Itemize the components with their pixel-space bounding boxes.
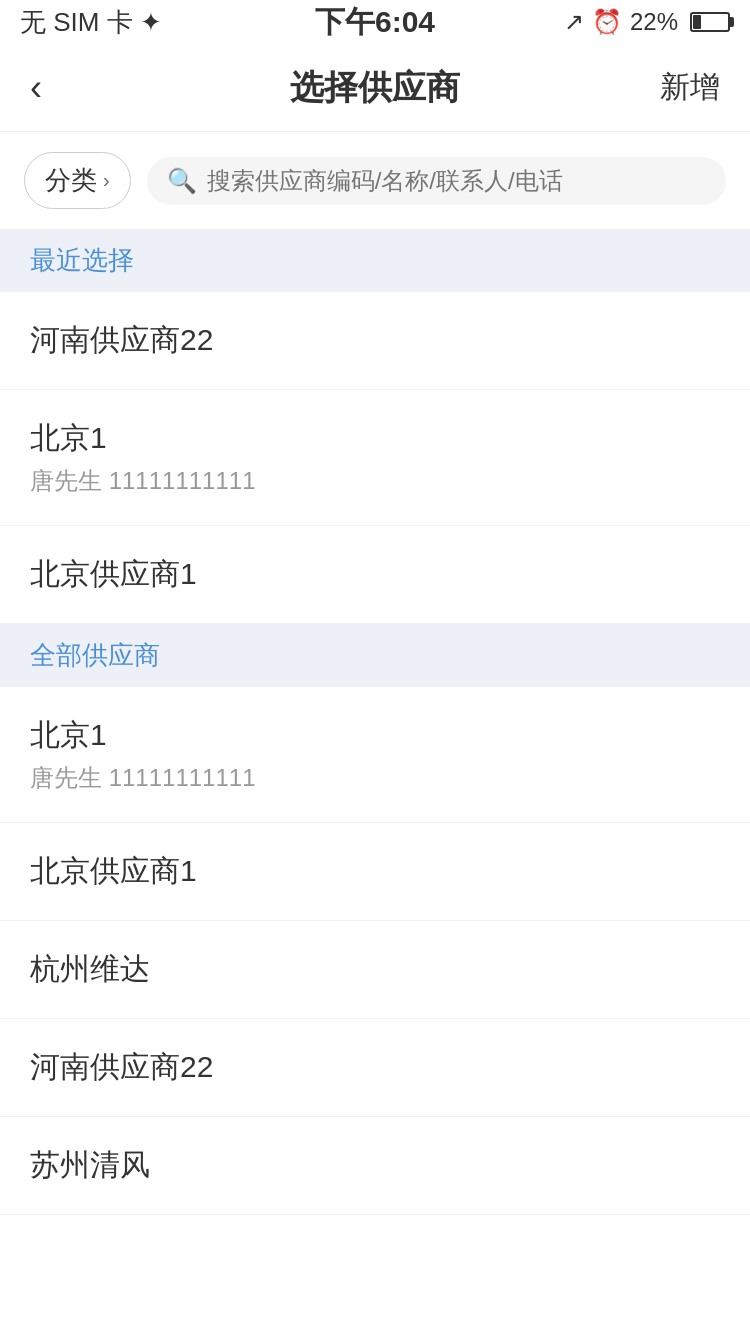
recent-section-label: 最近选择 xyxy=(30,245,134,275)
list-item[interactable]: 北京1 唐先生 11111111111 xyxy=(0,687,750,823)
item-name: 北京1 xyxy=(30,715,720,756)
all-items-list: 北京1 唐先生 11111111111 北京供应商1 杭州维达河南供应商22 苏州清风 xyxy=(0,687,750,1215)
item-name: 河南供应商22 xyxy=(30,1047,720,1088)
list-item[interactable]: 杭州维达 xyxy=(0,921,750,1019)
item-name: 河南供应商22 xyxy=(30,320,720,361)
battery-icon xyxy=(690,12,730,32)
status-time: 下午6:04 xyxy=(315,2,435,43)
add-button[interactable]: 新增 xyxy=(660,67,720,108)
item-name: 杭州维达 xyxy=(30,949,720,990)
status-bar: 无 SIM 卡 ✦ 下午6:04 ↗ ⏰ 22% xyxy=(0,0,750,44)
item-name: 北京供应商1 xyxy=(30,554,720,595)
status-right: ↗ ⏰ 22% xyxy=(564,8,730,36)
filter-bar: 分类 › 🔍 xyxy=(0,132,750,229)
recent-section-header: 最近选择 xyxy=(0,229,750,292)
location-icon: ↗ xyxy=(564,8,584,36)
category-button[interactable]: 分类 › xyxy=(24,152,131,209)
back-button[interactable]: ‹ xyxy=(30,67,90,109)
battery-text: 22% xyxy=(630,8,678,36)
sim-status: 无 SIM 卡 ✦ xyxy=(20,5,162,40)
alarm-icon: ⏰ xyxy=(592,8,622,36)
category-label: 分类 xyxy=(45,163,97,198)
page-title: 选择供应商 xyxy=(290,65,460,111)
nav-bar: ‹ 选择供应商 新增 xyxy=(0,44,750,132)
chevron-right-icon: › xyxy=(103,169,110,192)
search-box: 🔍 xyxy=(147,157,726,205)
item-name: 苏州清风 xyxy=(30,1145,720,1186)
list-item[interactable]: 北京1 唐先生 11111111111 xyxy=(0,390,750,526)
recent-items-list: 河南供应商22 北京1 唐先生 11111111111 北京供应商1 xyxy=(0,292,750,624)
list-item[interactable]: 苏州清风 xyxy=(0,1117,750,1215)
search-icon: 🔍 xyxy=(167,167,197,195)
list-item[interactable]: 河南供应商22 xyxy=(0,292,750,390)
item-name: 北京1 xyxy=(30,418,720,459)
list-item[interactable]: 北京供应商1 xyxy=(0,526,750,624)
status-left: 无 SIM 卡 ✦ xyxy=(20,5,162,40)
search-input[interactable] xyxy=(207,167,706,195)
list-item[interactable]: 北京供应商1 xyxy=(0,823,750,921)
item-contact: 唐先生 11111111111 xyxy=(30,465,720,497)
list-item[interactable]: 河南供应商22 xyxy=(0,1019,750,1117)
all-section-header: 全部供应商 xyxy=(0,624,750,687)
item-name: 北京供应商1 xyxy=(30,851,720,892)
all-section-label: 全部供应商 xyxy=(30,640,160,670)
item-contact: 唐先生 11111111111 xyxy=(30,762,720,794)
